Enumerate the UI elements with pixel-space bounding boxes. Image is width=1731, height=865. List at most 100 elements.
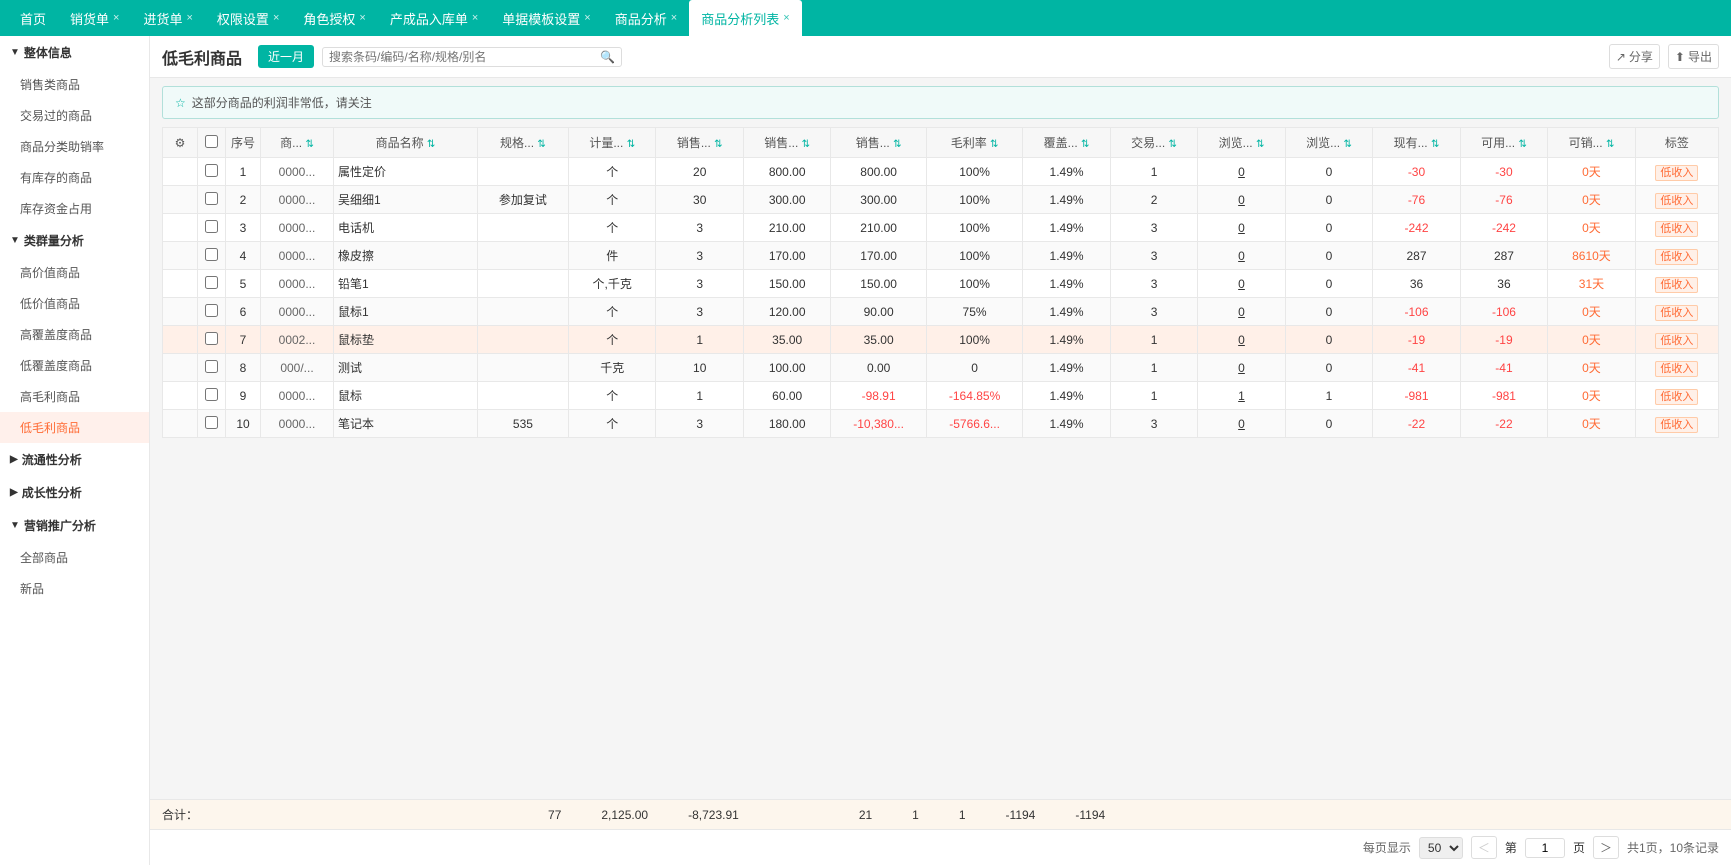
cell-checkbox[interactable]: [198, 354, 226, 382]
cell-checkbox[interactable]: [198, 298, 226, 326]
row-checkbox[interactable]: [205, 360, 218, 373]
th-gross-rate[interactable]: 毛利率 ⇅: [926, 128, 1022, 158]
cell-browse1[interactable]: 0: [1198, 214, 1285, 242]
nav-home[interactable]: 首页: [8, 0, 58, 36]
sort-icon-available[interactable]: ⇅: [1518, 139, 1526, 150]
nav-close-purchase[interactable]: ×: [186, 12, 192, 24]
th-checkbox[interactable]: [198, 128, 226, 158]
row-checkbox[interactable]: [205, 304, 218, 317]
nav-close-template[interactable]: ×: [584, 12, 590, 24]
th-browse1[interactable]: 浏览... ⇅: [1198, 128, 1285, 158]
row-checkbox[interactable]: [205, 248, 218, 261]
page-number-input[interactable]: [1525, 838, 1565, 858]
sort-icon-sales1[interactable]: ⇅: [714, 139, 722, 150]
cell-browse1[interactable]: 0: [1198, 298, 1285, 326]
th-saleable[interactable]: 可销... ⇅: [1548, 128, 1635, 158]
sidebar-group-marketing[interactable]: ▼ 营销推广分析: [0, 509, 149, 542]
cell-checkbox[interactable]: [198, 270, 226, 298]
sort-icon-current[interactable]: ⇅: [1431, 139, 1439, 150]
sidebar-item-category-rate[interactable]: 商品分类助销率: [0, 131, 149, 162]
th-spec[interactable]: 规格... ⇅: [477, 128, 568, 158]
nav-close-permissions[interactable]: ×: [273, 12, 279, 24]
th-name[interactable]: 商品名称 ⇅: [334, 128, 478, 158]
nav-role-auth[interactable]: 角色授权 ×: [291, 0, 377, 36]
sort-icon-cover[interactable]: ⇅: [1081, 139, 1089, 150]
sidebar-group-growth[interactable]: ▶ 成长性分析: [0, 476, 149, 509]
sidebar-item-all-products[interactable]: 全部商品: [0, 542, 149, 573]
cell-browse1[interactable]: 0: [1198, 326, 1285, 354]
nav-close-product[interactable]: ×: [472, 12, 478, 24]
sort-icon-browse1[interactable]: ⇅: [1256, 139, 1264, 150]
nav-close-analysis[interactable]: ×: [671, 12, 677, 24]
nav-purchase-order[interactable]: 进货单 ×: [131, 0, 204, 36]
cell-browse1[interactable]: 0: [1198, 186, 1285, 214]
sidebar-item-high-value[interactable]: 高价值商品: [0, 257, 149, 288]
th-sales2[interactable]: 销售... ⇅: [743, 128, 830, 158]
row-checkbox[interactable]: [205, 388, 218, 401]
sidebar-group-liquidity[interactable]: ▶ 流通性分析: [0, 443, 149, 476]
cell-checkbox[interactable]: [198, 214, 226, 242]
cell-checkbox[interactable]: [198, 186, 226, 214]
search-icon[interactable]: 🔍: [600, 50, 615, 64]
cell-browse1[interactable]: 0: [1198, 270, 1285, 298]
sidebar-item-low-margin[interactable]: 低毛利商品: [0, 412, 149, 443]
cell-name[interactable]: 属性定价: [334, 158, 478, 186]
sidebar-item-traded-products[interactable]: 交易过的商品: [0, 100, 149, 131]
cell-name[interactable]: 吴细细1: [334, 186, 478, 214]
page-size-select[interactable]: 50: [1419, 837, 1463, 859]
th-available[interactable]: 可用... ⇅: [1460, 128, 1547, 158]
cell-checkbox[interactable]: [198, 382, 226, 410]
sidebar-item-low-value[interactable]: 低价值商品: [0, 288, 149, 319]
sidebar-item-high-margin[interactable]: 高毛利商品: [0, 381, 149, 412]
nav-template-settings[interactable]: 单据模板设置 ×: [490, 0, 602, 36]
sort-icon-trade[interactable]: ⇅: [1169, 139, 1177, 150]
sidebar-group-overview[interactable]: ▼ 整体信息: [0, 36, 149, 69]
cell-name[interactable]: 橡皮擦: [334, 242, 478, 270]
sort-icon-name[interactable]: ⇅: [427, 139, 435, 150]
cell-browse1[interactable]: 1: [1198, 382, 1285, 410]
next-page-button[interactable]: ＞: [1593, 836, 1619, 859]
nav-close-sales[interactable]: ×: [113, 12, 119, 24]
th-browse2[interactable]: 浏览... ⇅: [1285, 128, 1372, 158]
sidebar-item-new-products[interactable]: 新品: [0, 573, 149, 604]
nav-product-entry[interactable]: 产成品入库单 ×: [378, 0, 490, 36]
sidebar-group-cluster[interactable]: ▼ 类群量分析: [0, 224, 149, 257]
sort-icon-saleable[interactable]: ⇅: [1606, 139, 1614, 150]
row-checkbox[interactable]: [205, 220, 218, 233]
cell-checkbox[interactable]: [198, 410, 226, 438]
sidebar-item-low-coverage[interactable]: 低覆盖度商品: [0, 350, 149, 381]
sort-icon-spec[interactable]: ⇅: [537, 139, 545, 150]
nav-close-analysis-list[interactable]: ×: [783, 12, 789, 24]
sort-icon-sales3[interactable]: ⇅: [893, 139, 901, 150]
cell-checkbox[interactable]: [198, 326, 226, 354]
sidebar-item-capital-usage[interactable]: 库存资金占用: [0, 193, 149, 224]
cell-name[interactable]: 笔记本: [334, 410, 478, 438]
sort-icon-gross[interactable]: ⇅: [990, 139, 998, 150]
cell-name[interactable]: 测试: [334, 354, 478, 382]
th-sales3[interactable]: 销售... ⇅: [831, 128, 926, 158]
th-code[interactable]: 商... ⇅: [261, 128, 334, 158]
row-checkbox[interactable]: [205, 332, 218, 345]
sidebar-item-high-coverage[interactable]: 高覆盖度商品: [0, 319, 149, 350]
th-current[interactable]: 现有... ⇅: [1373, 128, 1460, 158]
cell-name[interactable]: 鼠标: [334, 382, 478, 410]
cell-browse1[interactable]: 0: [1198, 354, 1285, 382]
th-trade[interactable]: 交易... ⇅: [1110, 128, 1197, 158]
th-settings[interactable]: ⚙: [163, 128, 198, 158]
row-checkbox[interactable]: [205, 416, 218, 429]
row-checkbox[interactable]: [205, 164, 218, 177]
nav-sales-order[interactable]: 销货单 ×: [58, 0, 131, 36]
time-filter-button[interactable]: 近一月: [258, 45, 314, 68]
sort-icon-sales2[interactable]: ⇅: [802, 139, 810, 150]
search-input[interactable]: [329, 50, 596, 64]
nav-product-analysis[interactable]: 商品分析 ×: [603, 0, 689, 36]
row-checkbox[interactable]: [205, 276, 218, 289]
th-unit[interactable]: 计量... ⇅: [568, 128, 655, 158]
cell-name[interactable]: 电话机: [334, 214, 478, 242]
sidebar-item-sales-products[interactable]: 销售类商品: [0, 69, 149, 100]
cell-name[interactable]: 铅笔1: [334, 270, 478, 298]
sort-icon-browse2[interactable]: ⇅: [1343, 139, 1351, 150]
cell-browse1[interactable]: 0: [1198, 158, 1285, 186]
cell-browse1[interactable]: 0: [1198, 410, 1285, 438]
th-sales1[interactable]: 销售... ⇅: [656, 128, 743, 158]
